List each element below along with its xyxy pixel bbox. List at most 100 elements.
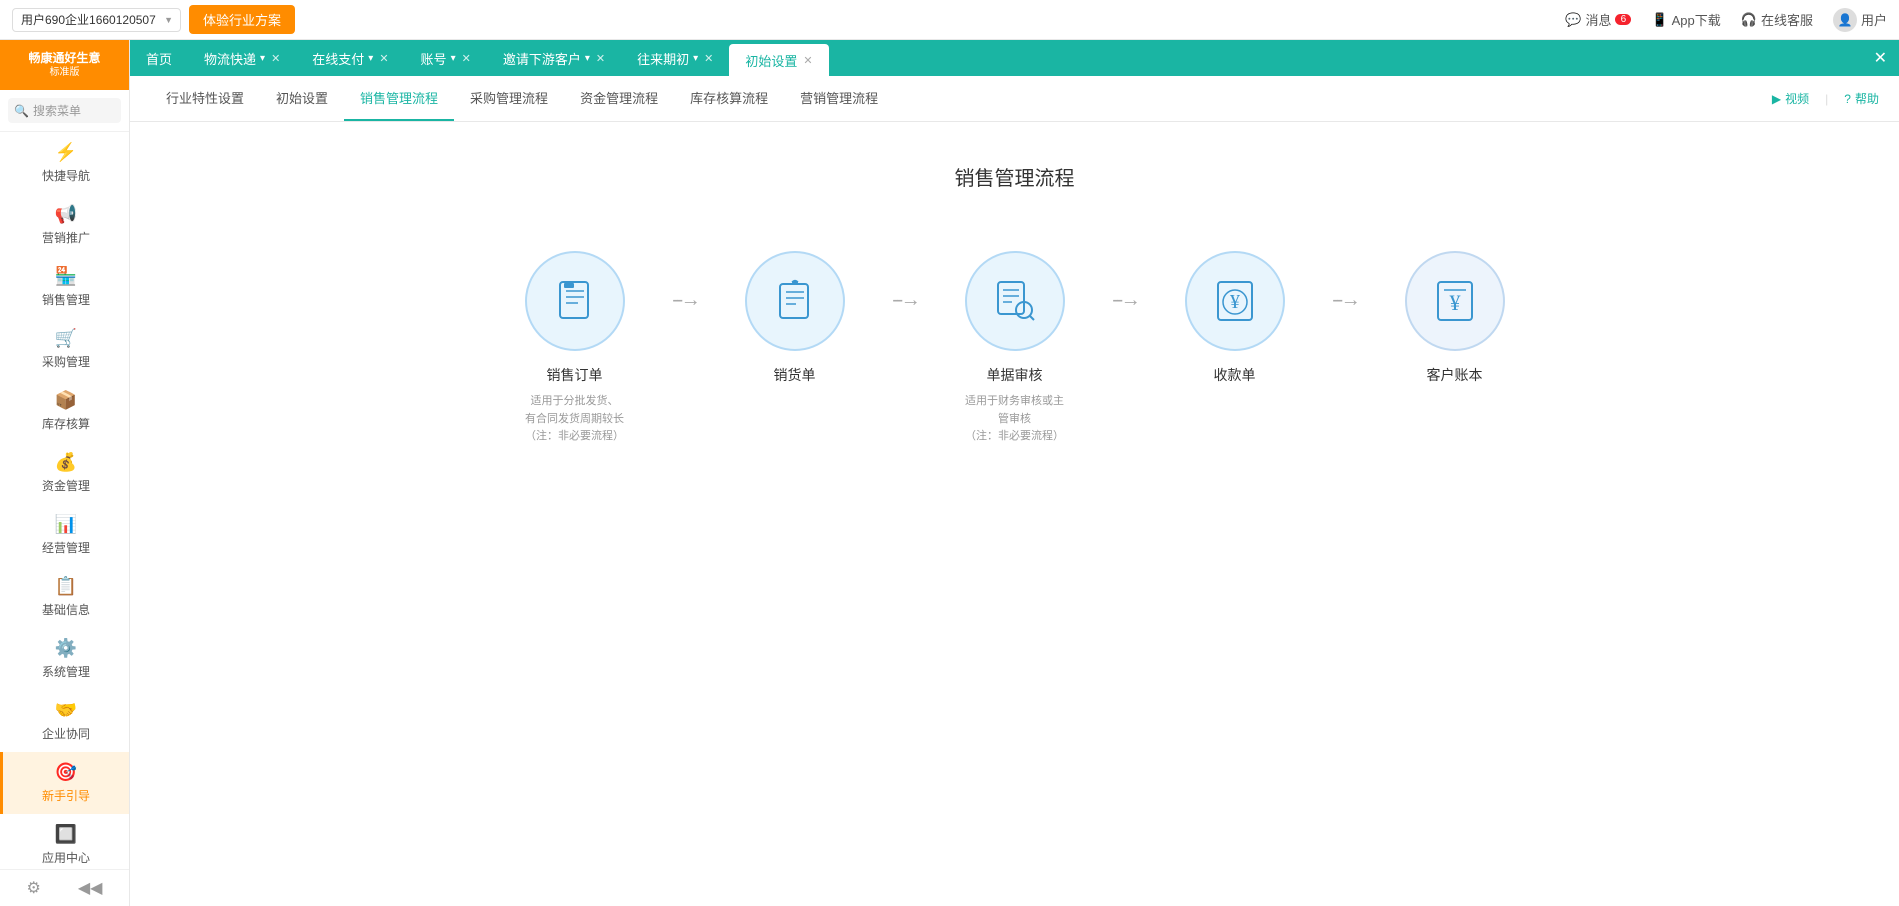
sidebar-item-label: 系统管理	[42, 663, 90, 680]
app-center-icon: 🔲	[55, 824, 77, 845]
tab-invite-customers-close[interactable]: ✕	[596, 52, 605, 65]
tab-payment-close[interactable]: ✕	[379, 52, 388, 65]
tab-opening-balance[interactable]: 往来期初 ▾ ✕	[621, 40, 729, 76]
tab-initial-settings[interactable]: 初始设置 ✕	[729, 44, 828, 76]
online-service-item[interactable]: 🎧 在线客服	[1741, 10, 1813, 29]
flow-circle-receipt[interactable]: ¥	[1185, 251, 1285, 351]
sidebar-item-label: 库存核算	[42, 415, 90, 432]
top-bar-right: 💬 消息 6 📱 App下载 🎧 在线客服 👤 用户	[1565, 8, 1887, 32]
sidebar-item-label: 基础信息	[42, 601, 90, 618]
user-select[interactable]: 用户690企业1660120507	[12, 8, 181, 32]
tab-invite-customers-arrow: ▾	[585, 53, 590, 64]
tab-opening-balance-label: 往来期初	[637, 49, 689, 68]
sub-tab-inventory-flow[interactable]: 库存核算流程	[674, 76, 784, 121]
tab-home-label: 首页	[146, 49, 172, 68]
arrow-3-icon: - - →	[1112, 289, 1136, 312]
help-action[interactable]: ? 帮助	[1844, 90, 1879, 107]
sidebar-item-enterprise-collab[interactable]: 🤝 企业协同	[0, 690, 129, 752]
sidebar-item-operations-mgmt[interactable]: 📊 经营管理	[0, 504, 129, 566]
sidebar-item-quick-nav[interactable]: ⚡ 快捷导航	[0, 132, 129, 194]
sub-tab-marketing-flow[interactable]: 营销管理流程	[784, 76, 894, 121]
customer-ledger-icon: ¥	[1430, 276, 1480, 326]
user-item[interactable]: 👤 用户	[1833, 8, 1887, 32]
app-download-label: App下载	[1672, 10, 1721, 29]
sidebar-item-finance-mgmt[interactable]: 💰 资金管理	[0, 442, 129, 504]
sidebar: 畅康通好生意 标准版 🔍 搜索菜单 ⚡ 快捷导航 📢 营销推广 🏪 销售管理	[0, 40, 130, 906]
receipt-icon: ¥	[1210, 276, 1260, 326]
nav-tabs-close-all[interactable]: ✕	[1874, 48, 1899, 68]
enterprise-collab-icon: 🤝	[55, 700, 77, 721]
sidebar-item-label: 资金管理	[42, 477, 90, 494]
sidebar-item-label: 采购管理	[42, 353, 90, 370]
sidebar-item-label: 快捷导航	[42, 167, 90, 184]
sub-tabs: 行业特性设置 初始设置 销售管理流程 采购管理流程 资金管理流程 库存核算流程	[130, 76, 1899, 122]
sidebar-item-inventory[interactable]: 📦 库存核算	[0, 380, 129, 442]
tab-home[interactable]: 首页	[130, 40, 188, 76]
svg-text:¥: ¥	[1230, 291, 1240, 313]
sidebar-item-system-mgmt[interactable]: ⚙️ 系统管理	[0, 628, 129, 690]
logo-area: 畅康通好生意 标准版	[0, 40, 129, 90]
sub-tab-sales-flow[interactable]: 销售管理流程	[344, 76, 454, 121]
sidebar-item-sales-mgmt[interactable]: 🏪 销售管理	[0, 256, 129, 318]
sidebar-search-inner[interactable]: 🔍 搜索菜单	[8, 98, 121, 123]
sub-tab-industry[interactable]: 行业特性设置	[150, 76, 260, 121]
layout: 畅康通好生意 标准版 🔍 搜索菜单 ⚡ 快捷导航 📢 营销推广 🏪 销售管理	[0, 40, 1899, 906]
sub-tab-initial[interactable]: 初始设置	[260, 76, 344, 121]
sub-tab-industry-label: 行业特性设置	[166, 91, 244, 106]
tab-payment[interactable]: 在线支付 ▾ ✕	[296, 40, 404, 76]
sidebar-items: ⚡ 快捷导航 📢 营销推广 🏪 销售管理 🛒 采购管理 📦 库存核算 💰	[0, 132, 129, 869]
help-label: 帮助	[1855, 90, 1879, 107]
sidebar-item-new-guide[interactable]: 🎯 新手引导	[0, 752, 129, 814]
nav-tabs: 首页 物流快递 ▾ ✕ 在线支付 ▾ ✕ 账号 ▾ ✕ 邀请下游客户 ▾ ✕	[130, 40, 1899, 76]
tab-logistics[interactable]: 物流快递 ▾ ✕	[188, 40, 296, 76]
top-bar-left: 用户690企业1660120507 体验行业方案	[12, 5, 295, 34]
flow-step-sales-order: 销售订单 适用于分批发货、有合同发货周期较长（注：非必要流程）	[495, 251, 655, 446]
tab-initial-settings-close[interactable]: ✕	[803, 54, 812, 67]
main-content: 首页 物流快递 ▾ ✕ 在线支付 ▾ ✕ 账号 ▾ ✕ 邀请下游客户 ▾ ✕	[130, 40, 1899, 906]
avatar: 👤	[1833, 8, 1857, 32]
settings-bottom-icon[interactable]: ⚙	[27, 878, 41, 898]
purchase-mgmt-icon: 🛒	[55, 328, 77, 349]
sales-mgmt-icon: 🏪	[55, 266, 77, 287]
sidebar-bottom: ⚙ ◀◀	[0, 869, 129, 906]
service-icon: 🎧	[1741, 12, 1757, 28]
operations-mgmt-icon: 📊	[55, 514, 77, 535]
tab-account[interactable]: 账号 ▾ ✕	[405, 40, 487, 76]
doc-audit-icon	[990, 276, 1040, 326]
sales-order-desc: 适用于分批发货、有合同发货周期较长（注：非必要流程）	[525, 393, 624, 446]
sidebar-item-basic-info[interactable]: 📋 基础信息	[0, 566, 129, 628]
sub-tab-inventory-flow-label: 库存核算流程	[690, 91, 768, 106]
tab-logistics-close[interactable]: ✕	[271, 52, 280, 65]
tab-invite-customers[interactable]: 邀请下游客户 ▾ ✕	[487, 40, 621, 76]
sales-invoice-name: 销货单	[774, 365, 816, 385]
message-label: 消息	[1585, 10, 1611, 29]
flow-arrow-2: - - →	[875, 251, 935, 312]
flow-circle-sales-order[interactable]	[525, 251, 625, 351]
tab-initial-settings-label: 初始设置	[745, 51, 797, 70]
user-select-wrap[interactable]: 用户690企业1660120507	[12, 8, 181, 32]
sub-tab-purchase-flow[interactable]: 采购管理流程	[454, 76, 564, 121]
sub-tab-sales-flow-label: 销售管理流程	[360, 91, 438, 106]
inventory-icon: 📦	[55, 390, 77, 411]
tab-account-close[interactable]: ✕	[462, 52, 471, 65]
flow-circle-sales-invoice[interactable]	[745, 251, 845, 351]
sidebar-search[interactable]: 🔍 搜索菜单	[0, 90, 129, 132]
sidebar-item-label: 经营管理	[42, 539, 90, 556]
flow-circle-customer-ledger[interactable]: ¥	[1405, 251, 1505, 351]
sidebar-item-purchase-mgmt[interactable]: 🛒 采购管理	[0, 318, 129, 380]
trial-btn[interactable]: 体验行业方案	[189, 5, 295, 34]
sidebar-item-marketing-promo[interactable]: 📢 营销推广	[0, 194, 129, 256]
sidebar-item-app-center[interactable]: 🔲 应用中心	[0, 814, 129, 869]
logo-line1: 畅康通好生意	[28, 51, 100, 67]
new-guide-icon: 🎯	[55, 762, 77, 783]
message-item[interactable]: 💬 消息 6	[1565, 10, 1631, 29]
collapse-icon[interactable]: ◀◀	[78, 878, 103, 898]
video-action[interactable]: ▶ 视频	[1772, 90, 1809, 107]
finance-mgmt-icon: 💰	[55, 452, 77, 473]
flow-circle-doc-audit[interactable]	[965, 251, 1065, 351]
sub-tab-finance-flow[interactable]: 资金管理流程	[564, 76, 674, 121]
svg-text:¥: ¥	[1449, 290, 1460, 315]
content-area: 行业特性设置 初始设置 销售管理流程 采购管理流程 资金管理流程 库存核算流程	[130, 76, 1899, 906]
app-download-item[interactable]: 📱 App下载	[1651, 10, 1720, 29]
tab-opening-balance-close[interactable]: ✕	[704, 52, 713, 65]
